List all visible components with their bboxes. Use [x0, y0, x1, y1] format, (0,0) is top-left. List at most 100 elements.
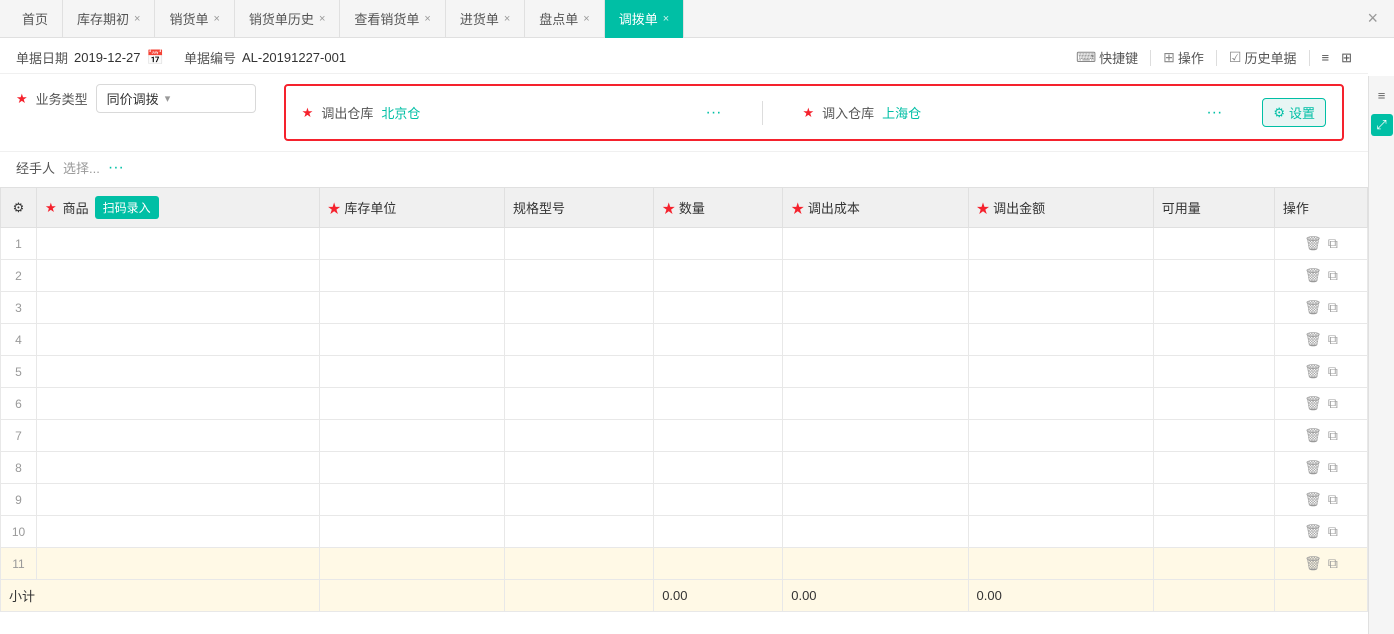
- row-product-5[interactable]: [37, 356, 320, 388]
- operations-button[interactable]: ⊞ 操作: [1163, 48, 1204, 67]
- row-spec-7[interactable]: [504, 420, 653, 452]
- row-qty-10[interactable]: [654, 516, 783, 548]
- copy-icon-11[interactable]: ⧉: [1328, 555, 1338, 572]
- row-spec-1[interactable]: [504, 228, 653, 260]
- row-spec-10[interactable]: [504, 516, 653, 548]
- side-expand-button[interactable]: ⤢: [1371, 114, 1393, 136]
- row-available-3[interactable]: [1153, 292, 1274, 324]
- side-list-button[interactable]: ≡: [1371, 84, 1393, 106]
- copy-icon-5[interactable]: ⧉: [1328, 363, 1338, 380]
- row-spec-6[interactable]: [504, 388, 653, 420]
- tab-inventory-check[interactable]: 盘点单 ×: [525, 0, 604, 38]
- row-unit-3[interactable]: [319, 292, 504, 324]
- row-available-7[interactable]: [1153, 420, 1274, 452]
- row-amount-9[interactable]: [968, 484, 1153, 516]
- row-unit-1[interactable]: [319, 228, 504, 260]
- row-unit-8[interactable]: [319, 452, 504, 484]
- delete-icon-2[interactable]: 🗑: [1304, 267, 1322, 284]
- row-unit-11[interactable]: [319, 548, 504, 580]
- row-spec-9[interactable]: [504, 484, 653, 516]
- row-amount-2[interactable]: [968, 260, 1153, 292]
- row-available-1[interactable]: [1153, 228, 1274, 260]
- row-cost-11[interactable]: [783, 548, 968, 580]
- row-spec-2[interactable]: [504, 260, 653, 292]
- row-qty-6[interactable]: [654, 388, 783, 420]
- row-unit-7[interactable]: [319, 420, 504, 452]
- row-product-6[interactable]: [37, 388, 320, 420]
- tab-sales-history[interactable]: 销货单历史 ×: [235, 0, 340, 38]
- row-cost-3[interactable]: [783, 292, 968, 324]
- delete-icon-3[interactable]: 🗑: [1304, 299, 1322, 316]
- delete-icon-10[interactable]: 🗑: [1304, 523, 1322, 540]
- date-value[interactable]: 2019-12-27: [74, 50, 141, 65]
- col-settings[interactable]: ⚙: [1, 188, 37, 228]
- view-toggle-list[interactable]: ≡: [1322, 50, 1330, 65]
- delete-icon-8[interactable]: 🗑: [1304, 459, 1322, 476]
- row-product-11[interactable]: [37, 548, 320, 580]
- row-available-11[interactable]: [1153, 548, 1274, 580]
- agent-select[interactable]: 选择...: [63, 158, 100, 177]
- row-qty-9[interactable]: [654, 484, 783, 516]
- business-type-select[interactable]: 同价调拨 ▾: [96, 84, 256, 113]
- row-available-2[interactable]: [1153, 260, 1274, 292]
- row-cost-10[interactable]: [783, 516, 968, 548]
- view-toggle-grid[interactable]: ⊞: [1341, 50, 1352, 66]
- tab-inventory-init[interactable]: 库存期初 ×: [63, 0, 155, 38]
- shortcuts-button[interactable]: ⌨ 快捷键: [1076, 48, 1138, 67]
- row-unit-2[interactable]: [319, 260, 504, 292]
- row-cost-7[interactable]: [783, 420, 968, 452]
- row-amount-6[interactable]: [968, 388, 1153, 420]
- row-spec-8[interactable]: [504, 452, 653, 484]
- row-product-7[interactable]: [37, 420, 320, 452]
- tab-transfer-close[interactable]: ×: [663, 13, 669, 25]
- delete-icon-9[interactable]: 🗑: [1304, 491, 1322, 508]
- row-amount-11[interactable]: [968, 548, 1153, 580]
- row-available-9[interactable]: [1153, 484, 1274, 516]
- tab-sales-order[interactable]: 销货单 ×: [155, 0, 234, 38]
- scan-button[interactable]: 扫码录入: [95, 196, 159, 219]
- row-product-4[interactable]: [37, 324, 320, 356]
- delete-icon-11[interactable]: 🗑: [1304, 555, 1322, 572]
- row-qty-8[interactable]: [654, 452, 783, 484]
- row-unit-9[interactable]: [319, 484, 504, 516]
- row-available-6[interactable]: [1153, 388, 1274, 420]
- delete-icon-6[interactable]: 🗑: [1304, 395, 1322, 412]
- row-available-8[interactable]: [1153, 452, 1274, 484]
- row-amount-1[interactable]: [968, 228, 1153, 260]
- delete-icon-4[interactable]: 🗑: [1304, 331, 1322, 348]
- row-amount-8[interactable]: [968, 452, 1153, 484]
- tab-view-sales[interactable]: 查看销货单 ×: [340, 0, 445, 38]
- row-unit-10[interactable]: [319, 516, 504, 548]
- row-unit-4[interactable]: [319, 324, 504, 356]
- out-warehouse-value[interactable]: 北京仓: [381, 103, 697, 122]
- tab-inventory-check-close[interactable]: ×: [583, 13, 589, 25]
- row-qty-11[interactable]: [654, 548, 783, 580]
- row-qty-7[interactable]: [654, 420, 783, 452]
- row-spec-11[interactable]: [504, 548, 653, 580]
- copy-icon-9[interactable]: ⧉: [1328, 491, 1338, 508]
- row-qty-1[interactable]: [654, 228, 783, 260]
- row-product-9[interactable]: [37, 484, 320, 516]
- copy-icon-8[interactable]: ⧉: [1328, 459, 1338, 476]
- in-warehouse-more-button[interactable]: ···: [1206, 105, 1222, 121]
- row-amount-7[interactable]: [968, 420, 1153, 452]
- row-amount-4[interactable]: [968, 324, 1153, 356]
- tab-purchase[interactable]: 进货单 ×: [446, 0, 525, 38]
- copy-icon-10[interactable]: ⧉: [1328, 523, 1338, 540]
- row-amount-10[interactable]: [968, 516, 1153, 548]
- row-cost-9[interactable]: [783, 484, 968, 516]
- tab-purchase-close[interactable]: ×: [504, 13, 510, 25]
- row-spec-5[interactable]: [504, 356, 653, 388]
- row-product-2[interactable]: [37, 260, 320, 292]
- history-button[interactable]: ☑ 历史单据: [1229, 48, 1297, 67]
- row-available-4[interactable]: [1153, 324, 1274, 356]
- row-cost-6[interactable]: [783, 388, 968, 420]
- settings-button[interactable]: ⚙ 设置: [1262, 98, 1326, 127]
- row-cost-5[interactable]: [783, 356, 968, 388]
- row-cost-8[interactable]: [783, 452, 968, 484]
- agent-more-button[interactable]: ···: [108, 160, 124, 176]
- delete-icon-5[interactable]: 🗑: [1304, 363, 1322, 380]
- row-unit-5[interactable]: [319, 356, 504, 388]
- tab-inventory-init-close[interactable]: ×: [134, 13, 140, 25]
- close-all-tabs-button[interactable]: ×: [1359, 8, 1386, 29]
